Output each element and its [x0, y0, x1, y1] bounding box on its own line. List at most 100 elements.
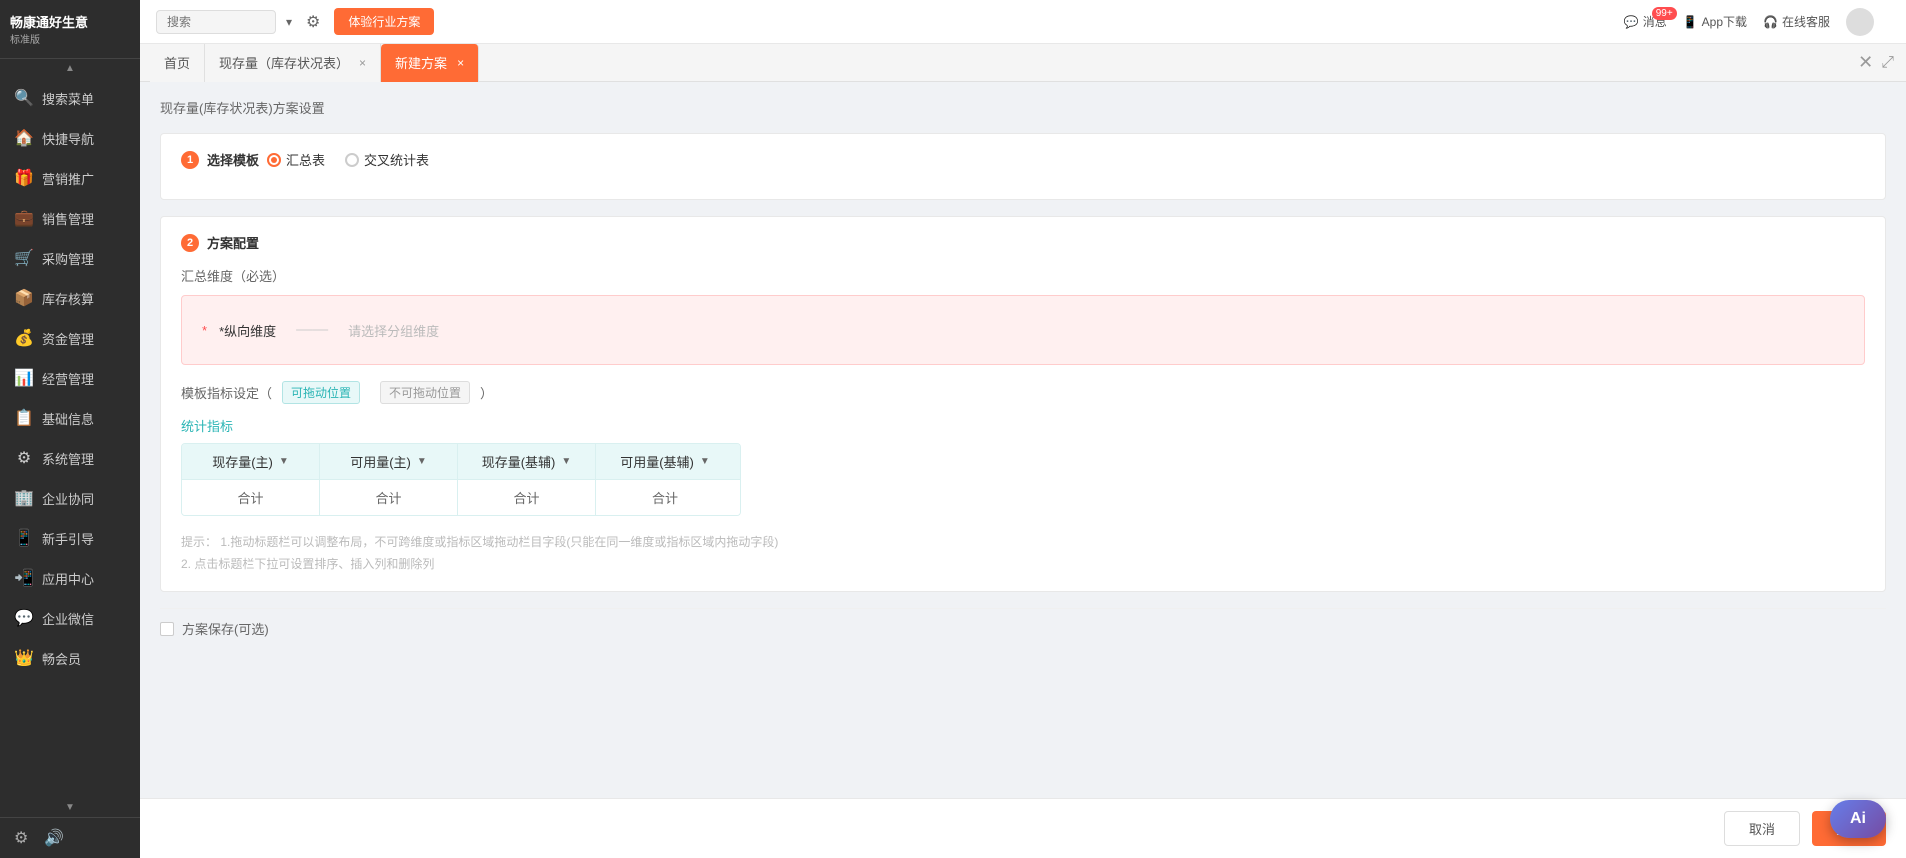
required-dimension-area[interactable]: * *纵向维度 —— 请选择分组维度	[181, 295, 1865, 365]
dim-divider: ——	[296, 321, 328, 339]
dropdown-icon[interactable]: ▾	[286, 15, 292, 29]
sidebar-icon-inventory-check: 📦	[14, 288, 34, 308]
radio-cross[interactable]: 交叉统计表	[345, 150, 429, 169]
stats-col-chevron-2: ▼	[561, 456, 571, 467]
template-radio-group: 汇总表 交叉统计表	[267, 150, 429, 169]
stats-cell-0: 合计	[182, 480, 320, 515]
tab-bar: 首页 现存量（库存状况表） × 新建方案 × ✕ ⤢	[140, 44, 1906, 82]
messages-badge: 99+	[1652, 7, 1677, 20]
page-title: 现存量(库存状况表)方案设置	[160, 98, 1886, 117]
sidebar-label-quick-nav: 快捷导航	[42, 129, 94, 148]
sidebar-label-finance: 资金管理	[42, 329, 94, 348]
stats-col-header-1[interactable]: 可用量(主)▼	[320, 444, 458, 479]
main-area: ▾ ⚙ 体验行业方案 💬 消息 99+ 📱 App下载 🎧 在线客服 首页	[140, 0, 1906, 858]
stats-col-chevron-3: ▼	[700, 456, 710, 467]
sidebar-item-system[interactable]: ⚙系统管理	[0, 438, 140, 478]
sidebar-label-app-center: 应用中心	[42, 569, 94, 588]
close-panel-icon[interactable]: ✕	[1858, 52, 1873, 73]
sidebar-icon-member: 👑	[14, 648, 34, 668]
radio-summary[interactable]: 汇总表	[267, 150, 325, 169]
tab-home[interactable]: 首页	[150, 44, 205, 82]
ai-button[interactable]: Ai	[1830, 800, 1886, 838]
sidebar-icon-basic-info: 📋	[14, 408, 34, 428]
stats-col-header-0[interactable]: 现存量(主)▼	[182, 444, 320, 479]
online-service-btn[interactable]: 🎧 在线客服	[1763, 13, 1830, 30]
gear-icon[interactable]: ⚙	[306, 12, 320, 32]
sidebar-item-business[interactable]: 📊经营管理	[0, 358, 140, 398]
sidebar-item-finance[interactable]: 💰 资金管理	[0, 318, 140, 358]
sidebar-item-purchase[interactable]: 🛒 采购管理	[0, 238, 140, 278]
headset-icon: 🎧	[1763, 15, 1778, 29]
stats-col-header-2[interactable]: 现存量(基辅)▼	[458, 444, 596, 479]
sidebar-item-enterprise[interactable]: 🏢企业协同	[0, 478, 140, 518]
sidebar-logo: 畅康通好生意 标准版	[0, 0, 140, 59]
online-service-label: 在线客服	[1782, 13, 1830, 30]
sidebar-item-marketing[interactable]: 🎁 营销推广	[0, 158, 140, 198]
sidebar-scroll-down[interactable]: ▼	[0, 798, 140, 817]
sidebar-label-system: 系统管理	[42, 449, 94, 468]
sidebar-item-sales[interactable]: 💼销售管理	[0, 198, 140, 238]
sidebar-item-member[interactable]: 👑畅会员	[0, 638, 140, 678]
search-input[interactable]	[156, 10, 276, 34]
tips-section: 提示： 1.拖动标题栏可以调整布局，不可跨维度或指标区域拖动栏目字段(只能在同一…	[181, 532, 1865, 575]
draggable-tag: 可拖动位置	[282, 381, 360, 404]
new-plan-tab-close[interactable]: ×	[457, 56, 464, 70]
topbar-right: 💬 消息 99+ 📱 App下载 🎧 在线客服	[1624, 8, 1890, 36]
stats-table-header: 现存量(主)▼可用量(主)▼现存量(基辅)▼ 可用量(基辅) ▼	[182, 444, 740, 480]
radio-cross-label: 交叉统计表	[364, 150, 429, 169]
sidebar-item-new-guide[interactable]: 📱新手引导	[0, 518, 140, 558]
inventory-tab-close[interactable]: ×	[359, 56, 366, 70]
bottom-bar: 取消 查询	[140, 798, 1906, 858]
indicator-setting-label: 模板指标设定（	[181, 383, 272, 402]
phone-icon: 📱	[1683, 15, 1698, 29]
new-plan-tab-label: 新建方案	[395, 53, 447, 72]
sidebar-label-purchase: 采购管理	[42, 249, 94, 268]
stats-col-chevron-0: ▼	[279, 456, 289, 467]
stats-cell-2: 合计	[458, 480, 596, 515]
stats-col-label-3: 可用量(基辅)	[620, 452, 694, 471]
sidebar-icon-quick-nav: 🏠	[14, 128, 34, 148]
tab-inventory[interactable]: 现存量（库存状况表） ×	[205, 44, 381, 82]
app-download-btn[interactable]: 📱 App下载	[1683, 13, 1747, 30]
required-star: *	[202, 323, 207, 338]
sidebar-item-search-menu[interactable]: 🔍搜索菜单	[0, 78, 140, 118]
stats-cell-3: 合计	[596, 480, 734, 515]
save-label: 方案保存(可选)	[182, 619, 269, 638]
sound-icon[interactable]: 🔊	[44, 828, 64, 848]
expand-panel-icon[interactable]: ⤢	[1881, 54, 1894, 72]
tab-new-plan[interactable]: 新建方案 ×	[381, 44, 479, 82]
indicator-setting-row: 模板指标设定（ 可拖动位置 不可拖动位置 ）	[181, 381, 1865, 404]
sidebar-label-marketing: 营销推广	[42, 169, 94, 188]
industry-btn[interactable]: 体验行业方案	[334, 8, 434, 35]
app-download-label: App下载	[1702, 13, 1747, 30]
sidebar-footer: ⚙ 🔊	[0, 817, 140, 858]
stats-col-header-3[interactable]: 可用量(基辅) ▼	[596, 444, 734, 479]
sidebar-icon-marketing: 🎁	[14, 168, 34, 188]
sidebar-item-app-center[interactable]: 📲应用中心	[0, 558, 140, 598]
sidebar-label-search-menu: 搜索菜单	[42, 89, 94, 108]
user-avatar[interactable]	[1846, 8, 1874, 36]
page-content: 现存量(库存状况表)方案设置 1 选择模板 汇总表 交叉统计表	[140, 82, 1906, 798]
sidebar-scroll-up[interactable]: ▲	[0, 59, 140, 78]
sidebar-icon-purchase: 🛒	[14, 248, 34, 268]
sidebar-item-wechat[interactable]: 💬企业微信	[0, 598, 140, 638]
settings-icon[interactable]: ⚙	[14, 828, 28, 848]
sidebar-icon-enterprise: 🏢	[14, 488, 34, 508]
cancel-button[interactable]: 取消	[1724, 811, 1800, 846]
stats-title: 统计指标	[181, 416, 1865, 435]
sidebar: 畅康通好生意 标准版 ▲ 🔍搜索菜单 🏠 快捷导航 🎁 营销推广 💼销售管理 🛒 采购管理 📦库…	[0, 0, 140, 858]
messages-btn[interactable]: 💬 消息 99+	[1624, 13, 1667, 30]
section1-header: 1 选择模板 汇总表 交叉统计表	[181, 150, 1865, 169]
sidebar-item-inventory-check[interactable]: 📦库存核算	[0, 278, 140, 318]
sidebar-item-quick-nav[interactable]: 🏠 快捷导航	[0, 118, 140, 158]
inventory-tab-label: 现存量（库存状况表）	[219, 53, 349, 72]
stats-cell-1: 合计	[320, 480, 458, 515]
sidebar-label-business: 经营管理	[42, 369, 94, 388]
sidebar-label-new-guide: 新手引导	[42, 529, 94, 548]
topbar: ▾ ⚙ 体验行业方案 💬 消息 99+ 📱 App下载 🎧 在线客服	[140, 0, 1906, 44]
indicator-close-paren: ）	[480, 383, 493, 402]
sidebar-icon-finance: 💰	[14, 328, 34, 348]
sidebar-item-basic-info[interactable]: 📋基础信息	[0, 398, 140, 438]
sidebar-scroll: 🔍搜索菜单 🏠 快捷导航 🎁 营销推广 💼销售管理 🛒 采购管理 📦库存核算 💰 资金管理 📊经营管理…	[0, 78, 140, 798]
save-checkbox[interactable]	[160, 622, 174, 636]
